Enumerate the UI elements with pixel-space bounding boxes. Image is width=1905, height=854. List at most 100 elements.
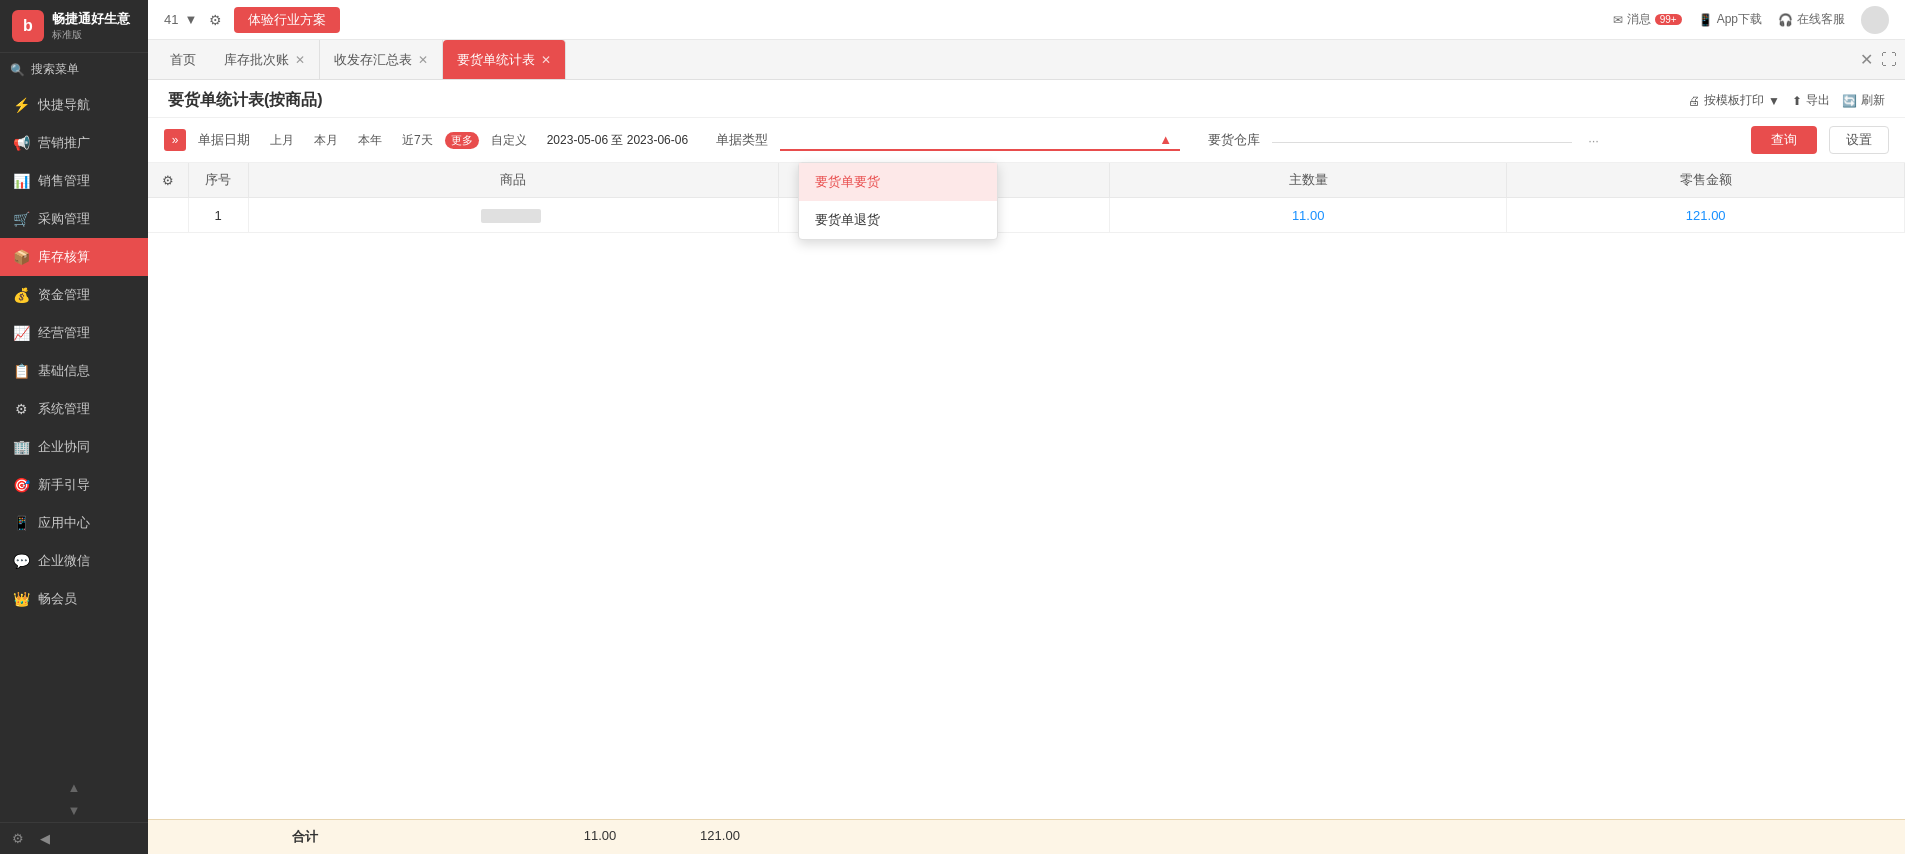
date-shortcuts: 上月 本月 本年 近7天 更多 自定义 — [262, 130, 535, 151]
tab-order-stats[interactable]: 要货单统计表 ✕ — [443, 40, 566, 79]
th-settings[interactable]: ⚙ — [148, 163, 188, 198]
table-footer: 合计 11.00 121.00 — [148, 819, 1905, 854]
date-custom-btn[interactable]: 自定义 — [483, 130, 535, 151]
topbar-right: ✉ 消息 99+ 📱 App下载 🎧 在线客服 — [1613, 6, 1889, 34]
filter-bar: » 单据日期 上月 本月 本年 近7天 更多 自定义 2023-05-06 至 … — [148, 117, 1905, 163]
retail-amount-link[interactable]: 121.00 — [1686, 208, 1726, 223]
dropdown-item-order-goods[interactable]: 要货单要货 — [799, 163, 997, 201]
sidebar-item-purchase[interactable]: 🛒 采购管理 — [0, 200, 148, 238]
tab-close-all-icon[interactable]: ✕ — [1860, 50, 1873, 69]
date-last-month-btn[interactable]: 上月 — [262, 130, 302, 151]
table-row: 1 块 11.00 121.00 — [148, 198, 1905, 233]
sidebar-item-inventory[interactable]: 📦 库存核算 — [0, 238, 148, 276]
settings-icon: ⚙ — [162, 173, 174, 188]
filter-more-icon[interactable]: ··· — [1588, 133, 1599, 148]
sidebar-item-finance[interactable]: 💰 资金管理 — [0, 276, 148, 314]
nav-label: 资金管理 — [38, 286, 90, 304]
quick-nav-icon: ⚡ — [12, 97, 30, 113]
print-button[interactable]: 🖨 按模板打印 ▼ — [1688, 92, 1780, 109]
sales-icon: 📊 — [12, 173, 30, 189]
print-label: 按模板打印 — [1704, 92, 1764, 109]
date-this-month-btn[interactable]: 本月 — [306, 130, 346, 151]
store-selector[interactable]: 41 ▼ — [164, 12, 197, 27]
sidebar-item-wechat[interactable]: 💬 企业微信 — [0, 542, 148, 580]
topbar-gear-icon[interactable]: ⚙ — [209, 12, 222, 28]
nav-label: 基础信息 — [38, 362, 90, 380]
nav-label: 库存核算 — [38, 248, 90, 266]
date-label: 单据日期 — [198, 131, 250, 149]
online-service-item[interactable]: 🎧 在线客服 — [1778, 11, 1845, 28]
sidebar-item-quick-nav[interactable]: ⚡ 快捷导航 — [0, 86, 148, 124]
warehouse-label: 要货仓库 — [1208, 131, 1260, 149]
expand-button[interactable]: » — [164, 129, 186, 151]
print-chevron-icon: ▼ — [1768, 94, 1780, 108]
sidebar-scroll-down[interactable]: ▼ — [0, 799, 148, 822]
cell-product — [248, 198, 778, 233]
tab-label: 库存批次账 — [224, 51, 289, 69]
nav-label: 系统管理 — [38, 400, 90, 418]
tab-close-icon[interactable]: ✕ — [418, 53, 428, 67]
sidebar-item-system[interactable]: ⚙ 系统管理 — [0, 390, 148, 428]
sidebar-search[interactable]: 🔍 搜索菜单 — [0, 53, 148, 86]
sidebar-item-sales[interactable]: 📊 销售管理 — [0, 162, 148, 200]
page-actions: 🖨 按模板打印 ▼ ⬆ 导出 🔄 刷新 — [1688, 92, 1885, 109]
type-label: 单据类型 — [716, 131, 768, 149]
nav-label: 企业微信 — [38, 552, 90, 570]
tab-collection-summary[interactable]: 收发存汇总表 ✕ — [320, 40, 443, 79]
filter-settings-button[interactable]: 设置 — [1829, 126, 1889, 154]
search-icon: 🔍 — [10, 63, 25, 77]
refresh-icon: 🔄 — [1842, 94, 1857, 108]
sidebar-item-app-center[interactable]: 📱 应用中心 — [0, 504, 148, 542]
refresh-label: 刷新 — [1861, 92, 1885, 109]
search-label: 搜索菜单 — [31, 61, 79, 78]
trial-button[interactable]: 体验行业方案 — [234, 7, 340, 33]
quantity-link[interactable]: 11.00 — [1292, 208, 1325, 223]
message-label: 消息 — [1627, 11, 1651, 28]
query-button[interactable]: 查询 — [1751, 126, 1817, 154]
type-select[interactable]: ▲ — [780, 130, 1180, 151]
type-dropdown: 要货单要货 要货单退货 — [798, 162, 998, 240]
tab-close-icon[interactable]: ✕ — [541, 53, 551, 67]
logo-text: 畅捷通好生意 标准版 — [52, 11, 130, 41]
cell-quantity[interactable]: 11.00 — [1109, 198, 1507, 233]
sidebar-item-basic-info[interactable]: 📋 基础信息 — [0, 352, 148, 390]
sidebar-item-operations[interactable]: 📈 经营管理 — [0, 314, 148, 352]
sidebar-item-membership[interactable]: 👑 畅会员 — [0, 580, 148, 618]
message-item[interactable]: ✉ 消息 99+ — [1613, 11, 1682, 28]
th-no: 序号 — [188, 163, 248, 198]
basic-info-icon: 📋 — [12, 363, 30, 379]
refresh-button[interactable]: 🔄 刷新 — [1842, 92, 1885, 109]
app-download-label: App下载 — [1717, 11, 1762, 28]
dropdown-item-order-return[interactable]: 要货单退货 — [799, 201, 997, 239]
cell-retail-amount[interactable]: 121.00 — [1507, 198, 1905, 233]
sidebar-item-enterprise[interactable]: 🏢 企业协同 — [0, 428, 148, 466]
topbar-left: 41 ▼ ⚙ 体验行业方案 — [164, 7, 340, 33]
user-avatar[interactable] — [1861, 6, 1889, 34]
logo-main-text: 畅捷通好生意 — [52, 11, 130, 28]
tab-expand-icon[interactable]: ⛶ — [1881, 51, 1897, 69]
sidebar-item-marketing[interactable]: 📢 营销推广 — [0, 124, 148, 162]
footer-retail-amount: 121.00 — [660, 828, 780, 846]
app-download-item[interactable]: 📱 App下载 — [1698, 11, 1762, 28]
collapse-icon[interactable]: ◀ — [40, 831, 50, 846]
footer-quantity: 11.00 — [540, 828, 660, 846]
nav-label: 营销推广 — [38, 134, 90, 152]
tab-label: 要货单统计表 — [457, 51, 535, 69]
date-range-value: 2023-05-06 至 2023-06-06 — [547, 132, 688, 149]
date-this-year-btn[interactable]: 本年 — [350, 130, 390, 151]
export-button[interactable]: ⬆ 导出 — [1792, 92, 1830, 109]
settings-icon[interactable]: ⚙ — [12, 831, 24, 846]
tab-batch-account[interactable]: 库存批次账 ✕ — [210, 40, 320, 79]
service-icon: 🎧 — [1778, 13, 1793, 27]
warehouse-select[interactable] — [1272, 138, 1572, 143]
sidebar-item-guide[interactable]: 🎯 新手引导 — [0, 466, 148, 504]
store-id: 41 — [164, 12, 178, 27]
tab-close-icon[interactable]: ✕ — [295, 53, 305, 67]
tab-home[interactable]: 首页 — [156, 40, 210, 79]
page-title: 要货单统计表(按商品) — [168, 90, 323, 111]
marketing-icon: 📢 — [12, 135, 30, 151]
date-last7days-btn[interactable]: 近7天 — [394, 130, 441, 151]
phone-icon: 📱 — [1698, 13, 1713, 27]
date-more-badge[interactable]: 更多 — [445, 132, 479, 149]
sidebar-scroll-up[interactable]: ▲ — [0, 776, 148, 799]
